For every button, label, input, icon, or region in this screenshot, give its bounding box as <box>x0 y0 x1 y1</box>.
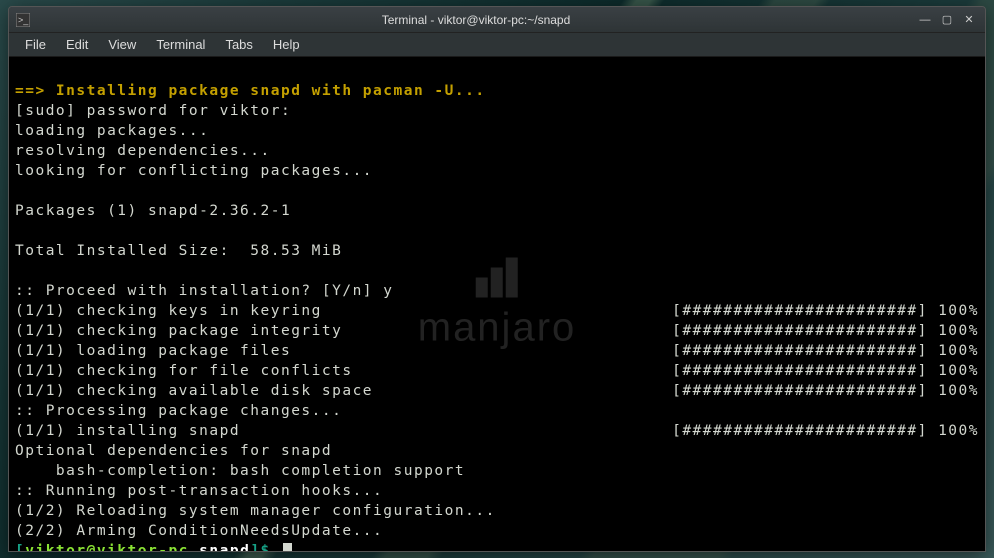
line-processing: :: Processing package changes... <box>15 403 342 419</box>
titlebar[interactable]: >_ Terminal - viktor@viktor-pc:~/snapd —… <box>9 7 985 33</box>
line-bashcomp: bash-completion: bash completion support <box>15 463 465 479</box>
menu-terminal[interactable]: Terminal <box>146 35 215 54</box>
progress-row: (1/1) installing snapd[#################… <box>15 421 979 441</box>
cursor <box>283 543 292 552</box>
menubar: File Edit View Terminal Tabs Help <box>9 33 985 57</box>
line-size: Total Installed Size: 58.53 MiB <box>15 243 342 259</box>
sudo-prompt: [sudo] password for viktor: <box>15 103 301 119</box>
progress-row: (1/1) checking package integrity[#######… <box>15 321 979 341</box>
progress-row: (1/1) checking keys in keyring[#########… <box>15 301 979 321</box>
terminal-window: >_ Terminal - viktor@viktor-pc:~/snapd —… <box>8 6 986 552</box>
prompt-dir: snapd <box>189 541 250 551</box>
terminal-body[interactable]: manjaro ==> Installing package snapd wit… <box>9 57 985 551</box>
line-resolving: resolving dependencies... <box>15 143 271 159</box>
line-packages: Packages (1) snapd-2.36.2-1 <box>15 203 291 219</box>
terminal-output: ==> Installing package snapd with pacman… <box>9 57 985 551</box>
line-optdeps: Optional dependencies for snapd <box>15 443 332 459</box>
prompt-user: viktor@viktor-pc <box>25 541 189 551</box>
minimize-button[interactable]: — <box>915 12 935 28</box>
progress-row: (1/1) loading package files[############… <box>15 341 979 361</box>
menu-tabs[interactable]: Tabs <box>215 35 262 54</box>
svg-text:>_: >_ <box>18 15 29 25</box>
terminal-icon: >_ <box>15 12 31 28</box>
line-conflicts: looking for conflicting packages... <box>15 163 373 179</box>
menu-file[interactable]: File <box>15 35 56 54</box>
install-header: ==> Installing package snapd with pacman… <box>15 83 486 99</box>
window-title: Terminal - viktor@viktor-pc:~/snapd <box>37 13 915 27</box>
line-hooks: :: Running post-transaction hooks... <box>15 483 383 499</box>
line-hook1: (1/2) Reloading system manager configura… <box>15 503 496 519</box>
menu-help[interactable]: Help <box>263 35 310 54</box>
progress-row: (1/1) checking available disk space[####… <box>15 381 979 401</box>
close-button[interactable]: ✕ <box>959 12 979 28</box>
progress-row: (1/1) checking for file conflicts[######… <box>15 361 979 381</box>
line-loading: loading packages... <box>15 123 209 139</box>
line-hook2: (2/2) Arming ConditionNeedsUpdate... <box>15 523 383 539</box>
maximize-button[interactable]: ▢ <box>937 12 957 28</box>
window-controls: — ▢ ✕ <box>915 12 979 28</box>
line-proceed: :: Proceed with installation? [Y/n] y <box>15 283 394 299</box>
menu-view[interactable]: View <box>98 35 146 54</box>
prompt[interactable]: [viktor@viktor-pc snapd]$ <box>15 541 979 551</box>
menu-edit[interactable]: Edit <box>56 35 98 54</box>
